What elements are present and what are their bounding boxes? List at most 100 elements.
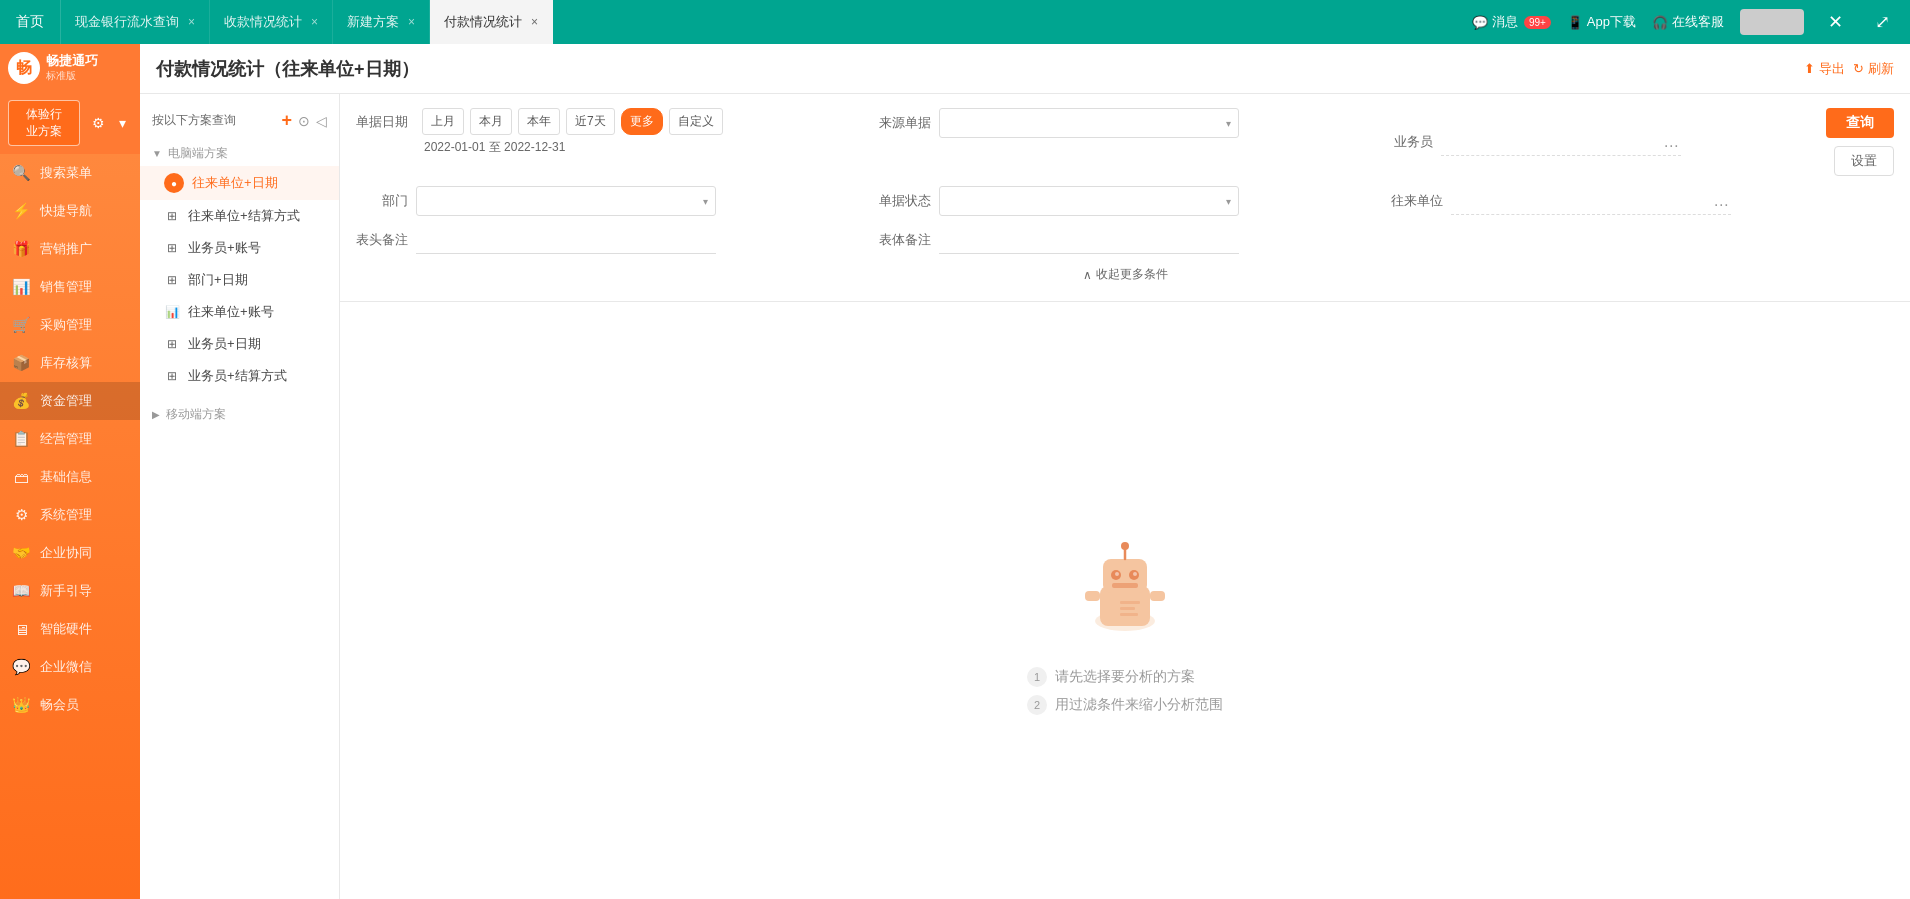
- collapse-panel-btn[interactable]: ◁: [316, 113, 327, 129]
- export-icon: ⬆: [1804, 61, 1815, 76]
- counterpart-input-wrapper: …: [1451, 187, 1731, 215]
- sidebar-header: 畅 畅捷通巧 标准版: [0, 44, 140, 92]
- close-receipts-icon[interactable]: ×: [311, 15, 318, 29]
- scheme-item-6[interactable]: ⊞ 业务员+结算方式: [140, 360, 339, 392]
- settings-icon-btn[interactable]: ⚙: [84, 100, 113, 146]
- close-cashflow-icon[interactable]: ×: [188, 15, 195, 29]
- files-icon: 🗃: [12, 469, 30, 486]
- this-month-btn[interactable]: 本月: [470, 108, 512, 135]
- voucher-status-cell: 单据状态 ▾: [869, 186, 1382, 216]
- tab-payments[interactable]: 付款情况统计 ×: [430, 0, 553, 44]
- salesman-cell: 业务员 … 查询 设置: [1381, 108, 1894, 176]
- sidebar-item-collab[interactable]: 🤝 企业协同: [0, 534, 140, 572]
- voucher-status-select[interactable]: [939, 186, 1239, 216]
- trial-btn[interactable]: 体验行业方案: [8, 100, 80, 146]
- user-avatar[interactable]: [1740, 9, 1804, 35]
- svg-rect-12: [1120, 601, 1140, 604]
- tab-receipts[interactable]: 收款情况统计 ×: [210, 0, 333, 44]
- empty-illustration: [1065, 531, 1185, 651]
- sidebar-item-inventory[interactable]: 📦 库存核算: [0, 344, 140, 382]
- last-7days-btn[interactable]: 近7天: [566, 108, 615, 135]
- svg-rect-7: [1112, 583, 1138, 588]
- brand-sub: 标准版: [46, 69, 98, 83]
- left-panel-header: 按以下方案查询 + ⊙ ◁: [140, 104, 339, 139]
- more-dates-btn[interactable]: 更多: [621, 108, 663, 135]
- this-year-btn[interactable]: 本年: [518, 108, 560, 135]
- query-by-scheme-label: 按以下方案查询: [152, 112, 236, 129]
- close-payments-icon[interactable]: ×: [531, 15, 538, 29]
- scheme-item-2[interactable]: ⊞ 业务员+账号: [140, 232, 339, 264]
- body-remark-input[interactable]: [939, 226, 1239, 254]
- home-tab[interactable]: 首页: [0, 0, 61, 44]
- sidebar-item-purchase[interactable]: 🛒 采购管理: [0, 306, 140, 344]
- header-remark-label: 表头备注: [356, 231, 416, 249]
- salesman-label: 业务员: [1381, 133, 1441, 151]
- gift-icon: 🎁: [12, 240, 30, 258]
- sidebar-item-funds[interactable]: 💰 资金管理: [0, 382, 140, 420]
- nav-topbar: 首页 现金银行流水查询 × 收款情况统计 × 新建方案 × 付款情况统计 × 💬…: [0, 0, 1910, 44]
- scheme-table-icon-6: ⊞: [164, 368, 180, 384]
- voucher-date-label: 单据日期: [356, 113, 416, 131]
- scheme-chart-icon: ⊞: [164, 208, 180, 224]
- filter-row-3: 表头备注 表体备注: [356, 226, 1894, 254]
- crown-icon: 👑: [12, 696, 30, 714]
- sidebar-item-sales[interactable]: 📊 销售管理: [0, 268, 140, 306]
- sidebar-item-weixin[interactable]: 💬 企业微信: [0, 648, 140, 686]
- sidebar-item-hardware[interactable]: 🖥 智能硬件: [0, 610, 140, 648]
- filter-area: 单据日期 上月 本月 本年 近7天 更多 自定义 2022-01-01 至 20: [340, 94, 1910, 302]
- scheme-item-0[interactable]: ● 往来单位+日期: [140, 166, 339, 200]
- dropdown-icon-btn[interactable]: ▾: [113, 100, 132, 146]
- sidebar-item-basics[interactable]: 🗃 基础信息: [0, 458, 140, 496]
- sidebar-item-shortcut[interactable]: ⚡ 快捷导航: [0, 192, 140, 230]
- salesman-more-icon[interactable]: …: [1663, 133, 1681, 151]
- messages-badge: 99+: [1524, 16, 1551, 29]
- scheme-settings-btn[interactable]: ⊙: [298, 113, 310, 129]
- query-btn[interactable]: 查询: [1826, 108, 1894, 138]
- page-title: 付款情况统计（往来单位+日期）: [156, 57, 419, 81]
- chat-icon: 💬: [12, 658, 30, 676]
- sidebar-item-guide[interactable]: 📖 新手引导: [0, 572, 140, 610]
- department-select[interactable]: [416, 186, 716, 216]
- scheme-item-1[interactable]: ⊞ 往来单位+结算方式: [140, 200, 339, 232]
- svg-point-5: [1115, 572, 1119, 576]
- filter-row-2: 部门 ▾ 单据状态: [356, 186, 1894, 216]
- source-voucher-select[interactable]: [939, 108, 1239, 138]
- counterpart-more-icon[interactable]: …: [1713, 192, 1731, 210]
- content-area: 按以下方案查询 + ⊙ ◁ ▼ 电脑端方案 ●: [140, 94, 1910, 899]
- window-close-icon[interactable]: ✕: [1820, 11, 1851, 33]
- export-btn[interactable]: ⬆ 导出: [1804, 60, 1845, 78]
- window-expand-icon[interactable]: ⤢: [1867, 11, 1898, 33]
- empty-hint-1: 1 请先选择要分析的方案: [1027, 667, 1223, 687]
- tab-cashflow[interactable]: 现金银行流水查询 ×: [61, 0, 210, 44]
- app-download-btn[interactable]: 📱 App下载: [1567, 13, 1636, 31]
- source-voucher-cell: 来源单据 ▾: [869, 108, 1382, 138]
- collapse-more-btn[interactable]: ∧ 收起更多条件: [1083, 266, 1168, 283]
- empty-hint-2: 2 用过滤条件来缩小分析范围: [1027, 695, 1223, 715]
- scheme-item-4[interactable]: 📊 往来单位+账号: [140, 296, 339, 328]
- mobile-section-title[interactable]: ▶ 移动端方案: [140, 400, 339, 427]
- brand-icon: 畅: [8, 52, 40, 84]
- svg-rect-13: [1120, 607, 1135, 610]
- sidebar-item-search[interactable]: 🔍 搜索菜单: [0, 154, 140, 192]
- sidebar-item-operations[interactable]: 📋 经营管理: [0, 420, 140, 458]
- query-action: 查询 设置: [1814, 108, 1894, 176]
- custom-date-btn[interactable]: 自定义: [669, 108, 723, 135]
- sidebar-item-system[interactable]: ⚙ 系统管理: [0, 496, 140, 534]
- messages-btn[interactable]: 💬 消息 99+: [1472, 13, 1551, 31]
- refresh-btn[interactable]: ↻ 刷新: [1853, 60, 1894, 78]
- counterpart-label: 往来单位: [1381, 192, 1451, 210]
- sidebar-item-member[interactable]: 👑 畅会员: [0, 686, 140, 724]
- sidebar-item-marketing[interactable]: 🎁 营销推广: [0, 230, 140, 268]
- column-settings-btn[interactable]: 设置: [1834, 146, 1894, 176]
- scheme-item-3[interactable]: ⊞ 部门+日期: [140, 264, 339, 296]
- pc-section-title[interactable]: ▼ 电脑端方案: [140, 139, 339, 166]
- close-new-scheme-icon[interactable]: ×: [408, 15, 415, 29]
- last-month-btn[interactable]: 上月: [422, 108, 464, 135]
- scheme-item-5[interactable]: ⊞ 业务员+日期: [140, 328, 339, 360]
- chevron-down-icon: ▾: [119, 115, 126, 131]
- header-remark-input[interactable]: [416, 226, 716, 254]
- add-scheme-btn[interactable]: +: [281, 110, 292, 131]
- date-range-row: 2022-01-01 至 2022-12-31: [356, 139, 869, 156]
- online-service-btn[interactable]: 🎧 在线客服: [1652, 13, 1724, 31]
- tab-new-scheme[interactable]: 新建方案 ×: [333, 0, 430, 44]
